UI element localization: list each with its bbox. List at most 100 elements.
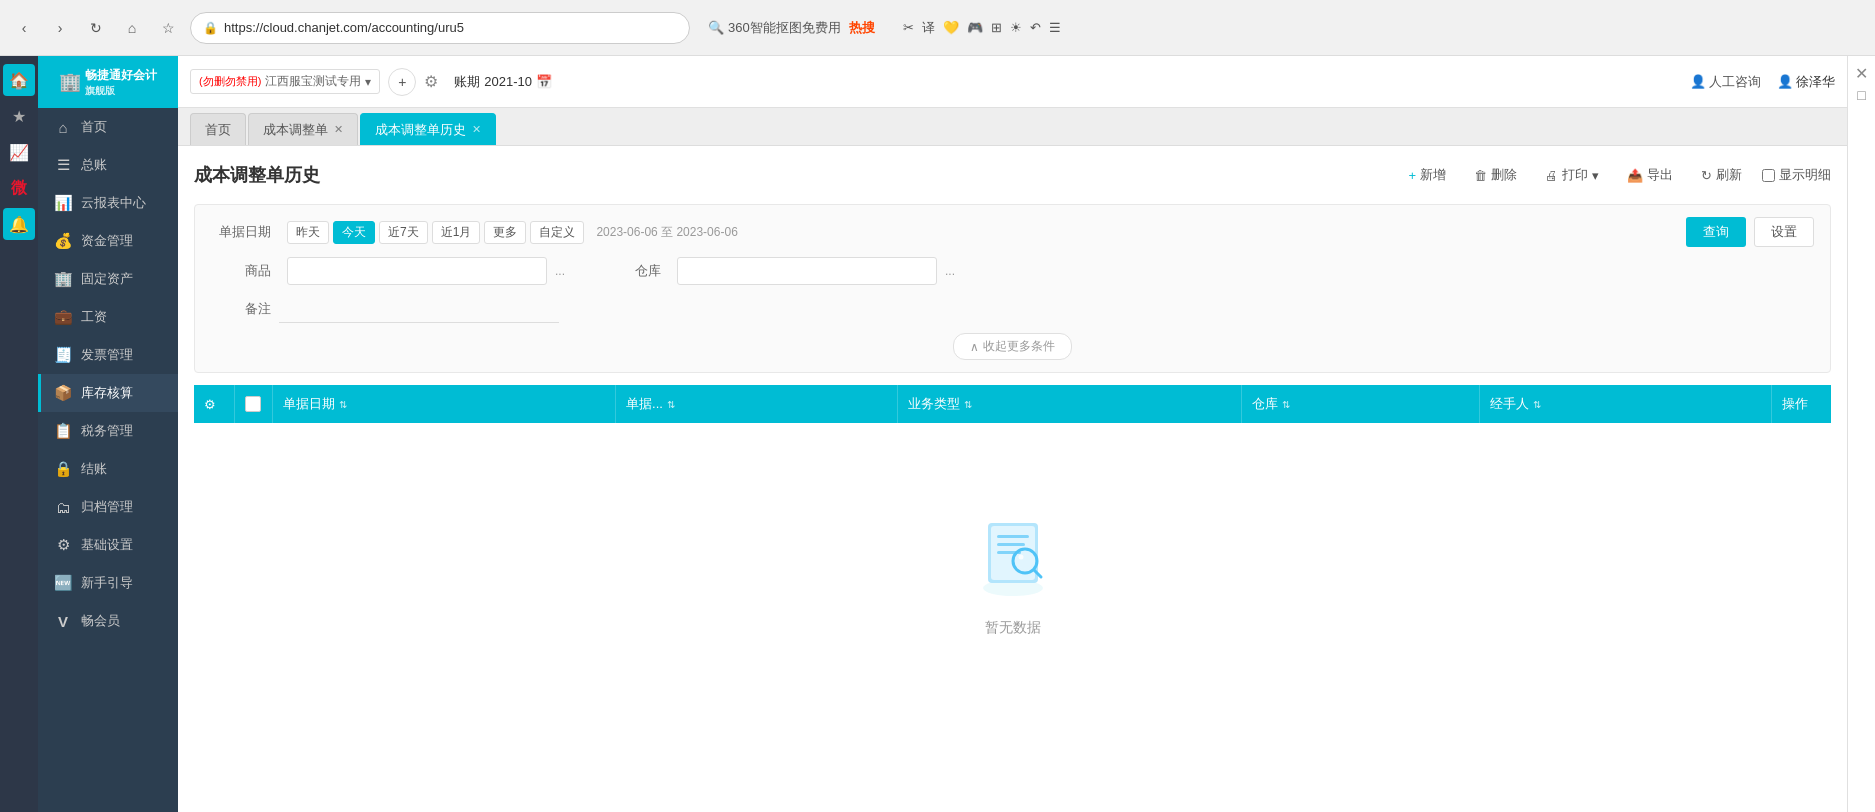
th-number[interactable]: 单据... ⇅ [616,385,898,423]
th-warehouse[interactable]: 仓库 ⇅ [1241,385,1479,423]
sidebar-label-ledger: 总账 [81,156,107,174]
icon-rail-notification[interactable]: 🔔 [3,208,35,240]
right-panel-close[interactable]: ✕ [1855,64,1868,83]
goods-input[interactable] [287,257,547,285]
remark-input[interactable] [279,295,559,323]
sidebar-item-fixed-assets[interactable]: 🏢 固定资产 [38,260,178,298]
goods-more-btn[interactable]: ... [555,264,565,278]
date-range-text: 2023-06-06 至 2023-06-06 [596,224,737,241]
print-button[interactable]: 🖨 打印 ▾ [1537,162,1607,188]
bookmark-button[interactable]: ☆ [154,14,182,42]
tab-cost-adjust-history-close[interactable]: ✕ [472,123,481,136]
sidebar-item-funds[interactable]: 💰 资金管理 [38,222,178,260]
date-shortcuts: 昨天 今天 近7天 近1月 更多 自定义 2023-06-06 至 2023-0… [287,221,738,244]
tab-cost-adjust-history[interactable]: 成本调整单历史 ✕ [360,113,496,145]
th-biz-type-label: 业务类型 [908,395,960,413]
sidebar-label-reports: 云报表中心 [81,194,146,212]
remark-filter-row: 备注 [211,295,1814,323]
delete-button[interactable]: 🗑 删除 [1466,162,1525,188]
query-button[interactable]: 查询 [1686,217,1746,247]
show-detail-toggle[interactable]: 显示明细 [1762,166,1831,184]
icon-rail-app[interactable]: 🏠 [3,64,35,96]
sidebar-item-vip[interactable]: V 畅会员 [38,602,178,640]
app-version: 旗舰版 [85,84,157,98]
tab-cost-adjust[interactable]: 成本调整单 ✕ [248,113,358,145]
search-tool[interactable]: 🔍 360智能抠图免费用 [708,19,841,37]
settings-gear-icon[interactable]: ⚙ [424,72,438,91]
menu-tool[interactable]: ☰ [1049,20,1061,35]
th-warehouse-label: 仓库 [1252,395,1278,413]
home-browser-button[interactable]: ⌂ [118,14,146,42]
today-btn[interactable]: 今天 [333,221,375,244]
calendar-icon[interactable]: 📅 [536,74,552,89]
sidebar-item-closing[interactable]: 🔒 结账 [38,450,178,488]
add-button[interactable]: + 新增 [1400,162,1454,188]
scissors-tool[interactable]: ✂ [903,20,914,35]
icon-rail-star[interactable]: ★ [3,100,35,132]
sidebar-item-guide[interactable]: 🆕 新手引导 [38,564,178,602]
empty-text: 暂无数据 [985,619,1041,637]
select-all-checkbox[interactable] [245,396,261,412]
warehouse-more-btn[interactable]: ... [945,264,955,278]
sidebar-item-general-ledger[interactable]: ☰ 总账 [38,146,178,184]
address-bar[interactable]: 🔒 https://cloud.chanjet.com/accounting/u… [190,12,690,44]
sidebar-item-home[interactable]: ⌂ 首页 [38,108,178,146]
sidebar-item-archive[interactable]: 🗂 归档管理 [38,488,178,526]
export-button[interactable]: 📤 导出 [1619,162,1681,188]
sidebar-item-payroll[interactable]: 💼 工资 [38,298,178,336]
translate-tool[interactable]: 译 [922,19,935,37]
grid-tool[interactable]: ⊞ [991,20,1002,35]
collapse-bar: ∧ 收起更多条件 [211,333,1814,360]
gear-icon[interactable]: ⚙ [204,397,216,412]
user-profile[interactable]: 👤 徐泽华 [1777,73,1835,91]
icon-rail-weibo[interactable]: 微 [3,172,35,204]
sidebar-label-archive: 归档管理 [81,498,133,516]
app-name: 畅捷通好会计 [85,67,157,84]
th-gear[interactable]: ⚙ [194,385,234,423]
company-selector[interactable]: (勿删勿禁用) 江西服宝测试专用 ▾ [190,69,380,94]
undo-tool[interactable]: ↶ [1030,20,1041,35]
collapse-button[interactable]: ∧ 收起更多条件 [953,333,1072,360]
payroll-icon: 💼 [53,308,73,326]
yesterday-btn[interactable]: 昨天 [287,221,329,244]
show-detail-checkbox[interactable] [1762,169,1775,182]
period-label: 账期 [454,73,480,91]
7days-btn[interactable]: 近7天 [379,221,428,244]
sidebar-label-settings: 基础设置 [81,536,133,554]
sidebar-item-inventory[interactable]: 📦 库存核算 [38,374,178,412]
game-tool[interactable]: 🎮 [967,20,983,35]
1month-btn[interactable]: 近1月 [432,221,481,244]
sidebar-item-tax[interactable]: 📋 税务管理 [38,412,178,450]
th-handler[interactable]: 经手人 ⇅ [1480,385,1771,423]
sidebar-item-invoice[interactable]: 🧾 发票管理 [38,336,178,374]
service-label: 人工咨询 [1709,73,1761,91]
company-dropdown-icon: ▾ [365,75,371,89]
brightness-tool[interactable]: ☀ [1010,20,1022,35]
th-date[interactable]: 单据日期 ⇅ [272,385,616,423]
sidebar-item-reports[interactable]: 📊 云报表中心 [38,184,178,222]
forward-button[interactable]: › [46,14,74,42]
refresh-button[interactable]: ↻ [82,14,110,42]
more-btn[interactable]: 更多 [484,221,526,244]
period-info: 账期 2021-10 📅 [454,73,552,91]
custom-btn[interactable]: 自定义 [530,221,584,244]
icon-rail-chart[interactable]: 📈 [3,136,35,168]
service-button[interactable]: 👤 人工咨询 [1690,73,1761,91]
warehouse-filter-label: 仓库 [601,262,661,280]
add-company-button[interactable]: + [388,68,416,96]
refresh-label: 刷新 [1716,166,1742,184]
wallet-tool[interactable]: 💛 [943,20,959,35]
tab-cost-adjust-close[interactable]: ✕ [334,123,343,136]
empty-icon [963,503,1063,603]
refresh-button[interactable]: ↻ 刷新 [1693,162,1750,188]
sidebar-label-closing: 结账 [81,460,107,478]
th-biz-type[interactable]: 业务类型 ⇅ [898,385,1242,423]
tab-home[interactable]: 首页 [190,113,246,145]
th-checkbox[interactable] [234,385,272,423]
back-button[interactable]: ‹ [10,14,38,42]
refresh-icon: ↻ [1701,168,1712,183]
filter-settings-btn[interactable]: 设置 [1754,217,1814,247]
right-panel-collapse[interactable]: □ [1857,87,1865,103]
warehouse-input[interactable] [677,257,937,285]
sidebar-item-settings[interactable]: ⚙ 基础设置 [38,526,178,564]
